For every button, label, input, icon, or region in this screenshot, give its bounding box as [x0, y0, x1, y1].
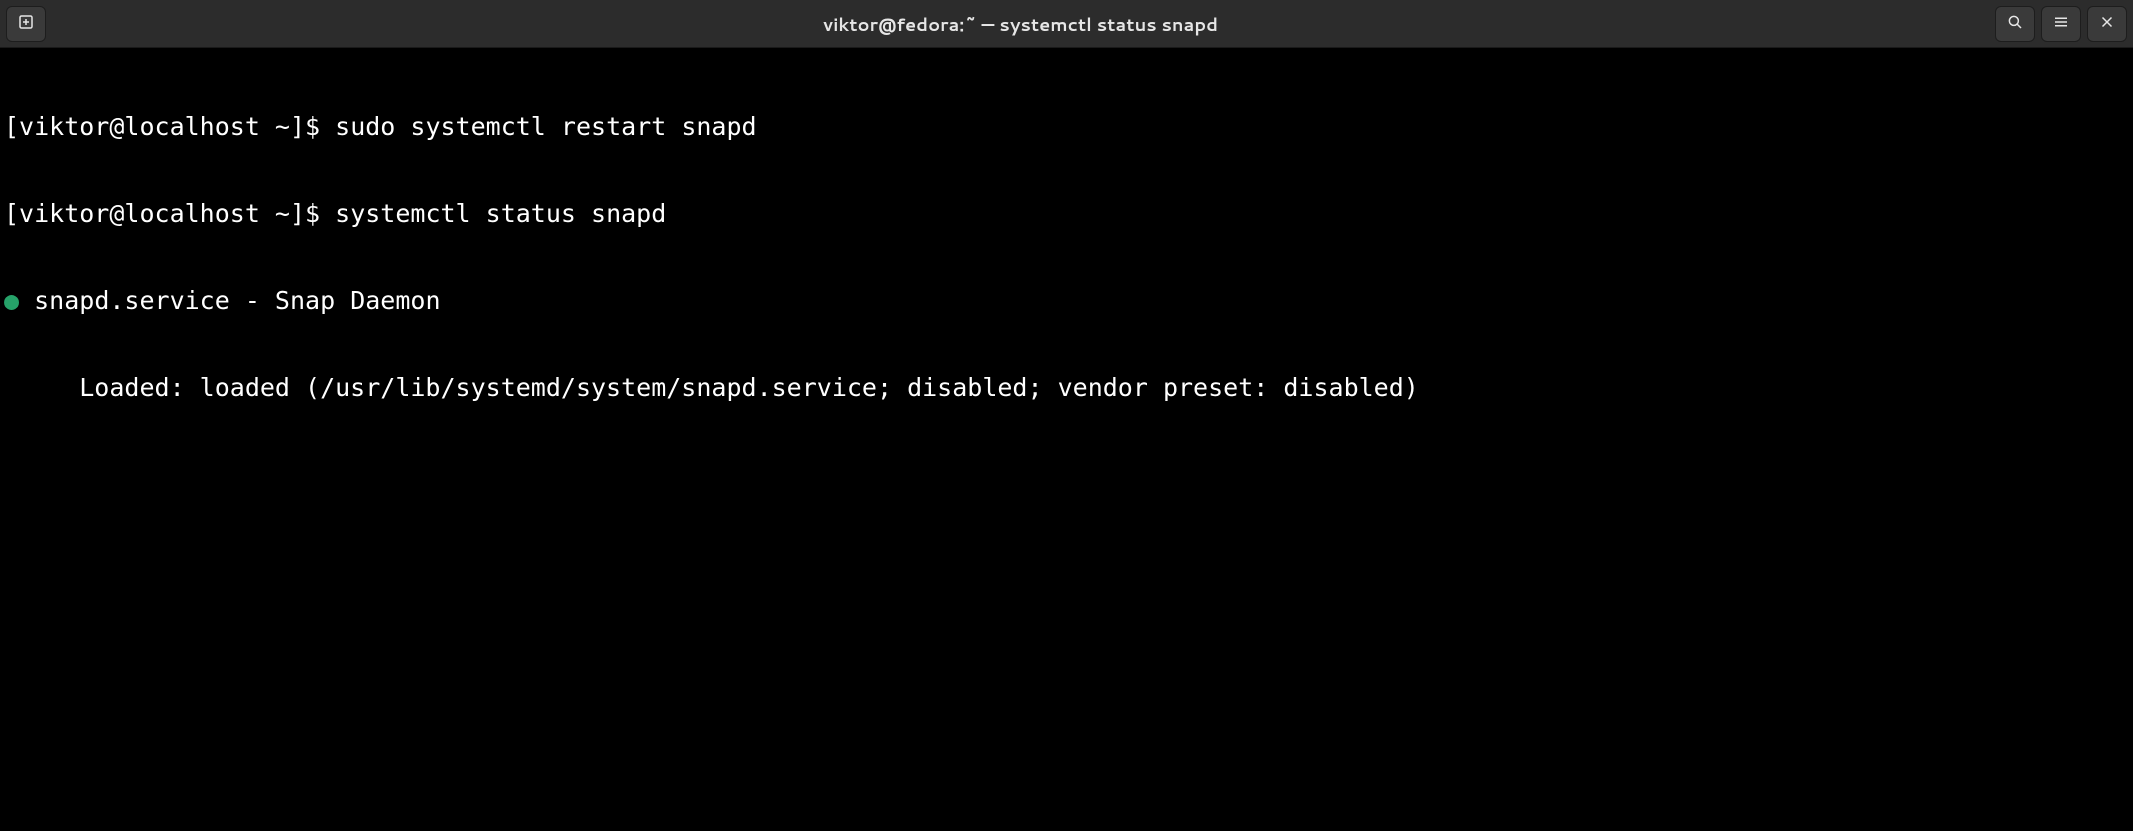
- titlebar: viktor@fedora:~ — systemctl status snapd: [0, 0, 2133, 48]
- unit-name: snapd.service - Snap Daemon: [19, 286, 440, 315]
- search-icon: [2006, 11, 2024, 37]
- window-title: viktor@fedora:~ — systemctl status snapd: [46, 11, 1995, 37]
- cmd-line-2: [viktor@localhost ~]$ systemctl status s…: [4, 199, 2129, 228]
- cmd-line-1: [viktor@localhost ~]$ sudo systemctl res…: [4, 112, 2129, 141]
- command-text: sudo systemctl restart snapd: [335, 112, 756, 141]
- prompt: [viktor@localhost ~]$: [4, 112, 335, 141]
- close-button[interactable]: [2087, 6, 2127, 42]
- loaded-line: Loaded: loaded (/usr/lib/systemd/system/…: [4, 373, 2129, 402]
- prompt: [viktor@localhost ~]$: [4, 199, 335, 228]
- close-icon: [2098, 11, 2116, 37]
- menu-button[interactable]: [2041, 6, 2081, 42]
- status-dot-icon: ●: [4, 286, 19, 315]
- command-text: systemctl status snapd: [335, 199, 666, 228]
- search-button[interactable]: [1995, 6, 2035, 42]
- unit-header-line: ● snapd.service - Snap Daemon: [4, 286, 2129, 315]
- terminal-window: viktor@fedora:~ — systemctl status snapd…: [0, 0, 2133, 831]
- terminal-background: [0, 443, 2133, 831]
- terminal-body[interactable]: [viktor@localhost ~]$ sudo systemctl res…: [0, 48, 2133, 443]
- new-tab-icon: [17, 11, 35, 37]
- hamburger-icon: [2052, 11, 2070, 37]
- new-tab-button[interactable]: [6, 6, 46, 42]
